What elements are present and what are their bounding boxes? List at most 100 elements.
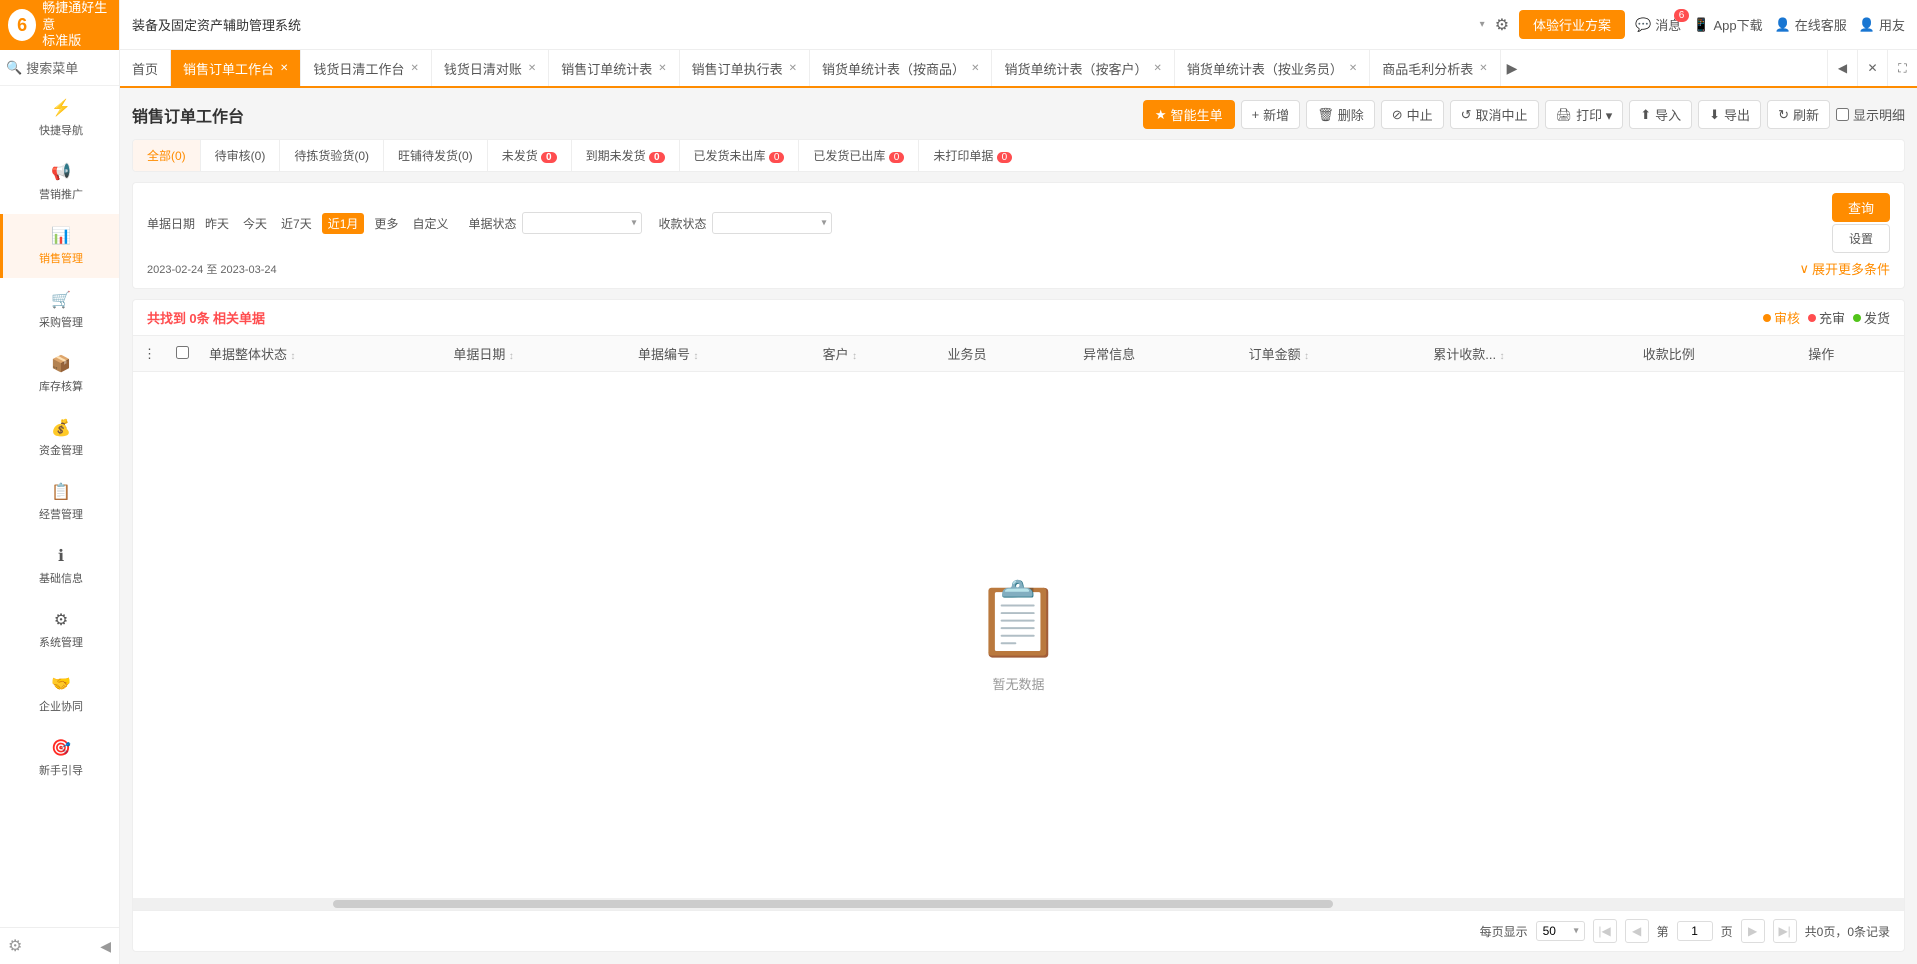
date-btn-today[interactable]: 今天 bbox=[239, 213, 271, 234]
show-details-checkbox-label[interactable]: 显示明细 bbox=[1836, 105, 1905, 124]
tab-close-sales-stats[interactable]: ✕ bbox=[658, 63, 666, 74]
refresh-button[interactable]: ↻ 刷新 bbox=[1767, 100, 1830, 129]
expand-filter-button[interactable]: ∨ 展开更多条件 bbox=[1799, 259, 1890, 278]
tab-close-gross-profit[interactable]: ✕ bbox=[1479, 63, 1487, 74]
date-btn-7days[interactable]: 近7天 bbox=[277, 213, 316, 234]
revoke-review-action-btn[interactable]: 充审 bbox=[1808, 308, 1845, 327]
tab-close-all-btn[interactable]: ✕ bbox=[1857, 50, 1887, 87]
page-last-btn[interactable]: ▶| bbox=[1773, 919, 1797, 943]
page-prev-btn[interactable]: ◀ bbox=[1625, 919, 1649, 943]
date-btn-custom[interactable]: 自定义 bbox=[408, 213, 452, 234]
col-number: 单据编号 ↕ bbox=[628, 336, 813, 372]
settings-bottom-icon[interactable]: ⚙ bbox=[8, 936, 22, 956]
sub-tab-not-shipped[interactable]: 未发货 0 bbox=[488, 140, 572, 171]
smart-create-button[interactable]: ★ 智能生单 bbox=[1143, 100, 1235, 129]
tab-sales-goods[interactable]: 销货单统计表（按商品） ✕ bbox=[810, 50, 992, 87]
tab-prev-btn[interactable]: ◀ bbox=[1827, 50, 1857, 87]
quick-icon: ⚡ bbox=[51, 98, 71, 118]
sub-tab-pending-review[interactable]: 待审核(0) bbox=[201, 140, 281, 171]
sort-number-icon[interactable]: ↕ bbox=[693, 351, 698, 362]
tab-cash-reconcile[interactable]: 钱货日清对账 ✕ bbox=[432, 50, 549, 87]
sort-customer-icon[interactable]: ↕ bbox=[852, 351, 857, 362]
export-button[interactable]: ⬇ 导出 bbox=[1698, 100, 1761, 129]
tab-sales-stats[interactable]: 销售订单统计表 ✕ bbox=[549, 50, 679, 87]
sub-tab-pending-inspect[interactable]: 待拣货验货(0) bbox=[280, 140, 384, 171]
app-download-button[interactable]: 📱 App下载 bbox=[1693, 15, 1762, 34]
header-settings-icon[interactable]: ⚙ bbox=[1495, 15, 1509, 35]
print-button[interactable]: 🖨 打印 ▾ bbox=[1545, 100, 1624, 129]
tab-sales-customer[interactable]: 销货单统计表（按客户） ✕ bbox=[992, 50, 1174, 87]
ship-action-btn[interactable]: 发货 bbox=[1853, 308, 1890, 327]
tab-sales-order-workbench[interactable]: 销售订单工作台 ✕ bbox=[171, 50, 301, 87]
status-select[interactable] bbox=[522, 212, 642, 234]
online-service-button[interactable]: 👤 在线客服 bbox=[1775, 15, 1847, 34]
tab-close-sales-order[interactable]: ✕ bbox=[280, 63, 288, 74]
receipt-select[interactable] bbox=[712, 212, 832, 234]
sidebar-item-system[interactable]: ⚙ 系统管理 bbox=[0, 598, 119, 662]
sub-tab-shipped-not-out[interactable]: 已发货未出库 0 bbox=[680, 140, 800, 171]
tab-cash-daily[interactable]: 钱货日清工作台 ✕ bbox=[301, 50, 431, 87]
tab-gross-profit[interactable]: 商品毛利分析表 ✕ bbox=[1370, 50, 1500, 87]
tab-close-sales-customer[interactable]: ✕ bbox=[1153, 63, 1161, 74]
date-btn-more[interactable]: 更多 bbox=[370, 213, 402, 234]
page-number-input[interactable] bbox=[1677, 921, 1713, 941]
sub-tab-unprinted[interactable]: 未打印单据 0 bbox=[919, 140, 1026, 171]
query-button[interactable]: 查询 bbox=[1832, 193, 1890, 222]
sidebar-item-collab[interactable]: 🤝 企业协同 bbox=[0, 662, 119, 726]
sidebar-item-quick[interactable]: ⚡ 快捷导航 bbox=[0, 86, 119, 150]
sidebar-item-finance[interactable]: 💰 资金管理 bbox=[0, 406, 119, 470]
sort-cumulative-icon[interactable]: ↕ bbox=[1499, 351, 1504, 362]
sub-tab-expired-ship[interactable]: 到期未发货 0 bbox=[572, 140, 680, 171]
sidebar-item-sales[interactable]: 📊 销售管理 bbox=[0, 214, 119, 278]
user-menu[interactable]: 👤 用友 bbox=[1859, 15, 1905, 34]
sub-tab-all[interactable]: 全部(0) bbox=[133, 140, 201, 171]
sidebar-item-operation[interactable]: 📋 经营管理 bbox=[0, 470, 119, 534]
tab-close-cash-reconcile[interactable]: ✕ bbox=[528, 63, 536, 74]
set-button[interactable]: 设置 bbox=[1832, 224, 1890, 253]
collapse-icon[interactable]: ◀ bbox=[100, 938, 111, 955]
show-details-checkbox[interactable] bbox=[1836, 108, 1849, 121]
tab-close-sales-exec[interactable]: ✕ bbox=[789, 63, 797, 74]
sidebar-item-marketing[interactable]: 📢 营销推广 bbox=[0, 150, 119, 214]
stop-button[interactable]: ⊘ 中止 bbox=[1381, 100, 1444, 129]
review-action-btn[interactable]: 审核 bbox=[1763, 308, 1800, 327]
tab-fullscreen-btn[interactable]: ⛶ bbox=[1887, 50, 1917, 87]
tab-scroll-right[interactable]: ▶ bbox=[1501, 60, 1524, 77]
page-first-btn[interactable]: |◀ bbox=[1593, 919, 1617, 943]
tab-close-sales-goods[interactable]: ✕ bbox=[971, 63, 979, 74]
message-button[interactable]: 💬 消息 6 bbox=[1635, 15, 1681, 34]
page-size-select[interactable]: 10 20 50 100 bbox=[1536, 921, 1585, 941]
scroll-bar[interactable] bbox=[133, 898, 1904, 910]
tab-sales-staff[interactable]: 销货单统计表（按业务员） ✕ bbox=[1175, 50, 1370, 87]
sidebar-item-inventory[interactable]: 📦 库存核算 bbox=[0, 342, 119, 406]
tab-close-cash-daily[interactable]: ✕ bbox=[410, 63, 418, 74]
sort-date-icon[interactable]: ↕ bbox=[509, 351, 514, 362]
date-btn-yesterday[interactable]: 昨天 bbox=[201, 213, 233, 234]
col-date: 单据日期 ↕ bbox=[443, 336, 628, 372]
sub-tab-shop-pending[interactable]: 旺铺待发货(0) bbox=[384, 140, 488, 171]
system-dropdown-arrow[interactable]: ▾ bbox=[1480, 19, 1485, 30]
expand-icon: ∨ bbox=[1799, 261, 1809, 277]
sidebar-item-purchase[interactable]: 🛒 采购管理 bbox=[0, 278, 119, 342]
date-quick-buttons: 昨天 今天 近7天 近1月 更多 自定义 bbox=[201, 213, 452, 234]
import-button[interactable]: ⬆ 导入 bbox=[1629, 100, 1692, 129]
marketing-icon: 📢 bbox=[51, 162, 71, 182]
select-all-checkbox[interactable] bbox=[176, 346, 189, 359]
page-next-btn[interactable]: ▶ bbox=[1741, 919, 1765, 943]
sub-tab-shipped-out[interactable]: 已发货已出库 0 bbox=[799, 140, 919, 171]
delete-button[interactable]: 🗑 删除 bbox=[1306, 100, 1375, 129]
sort-status-icon[interactable]: ↕ bbox=[290, 351, 295, 362]
cancel-stop-button[interactable]: ↺ 取消中止 bbox=[1450, 100, 1539, 129]
sidebar-item-base[interactable]: ℹ 基础信息 bbox=[0, 534, 119, 598]
solution-button[interactable]: 体验行业方案 bbox=[1519, 10, 1625, 39]
tab-home[interactable]: 首页 bbox=[120, 50, 171, 87]
logo: 6 畅捷通好生意 标准版 bbox=[0, 0, 119, 50]
sidebar-item-search[interactable]: 🔍 搜索菜单 bbox=[0, 50, 119, 86]
scroll-thumb[interactable] bbox=[333, 900, 1333, 908]
add-button[interactable]: + 新增 bbox=[1241, 100, 1301, 129]
sidebar-item-guide[interactable]: 🎯 新手引导 bbox=[0, 726, 119, 790]
tab-sales-exec[interactable]: 销售订单执行表 ✕ bbox=[680, 50, 810, 87]
date-btn-1month[interactable]: 近1月 bbox=[322, 213, 365, 234]
tab-close-sales-staff[interactable]: ✕ bbox=[1349, 63, 1357, 74]
sort-amount-icon[interactable]: ↕ bbox=[1304, 351, 1309, 362]
